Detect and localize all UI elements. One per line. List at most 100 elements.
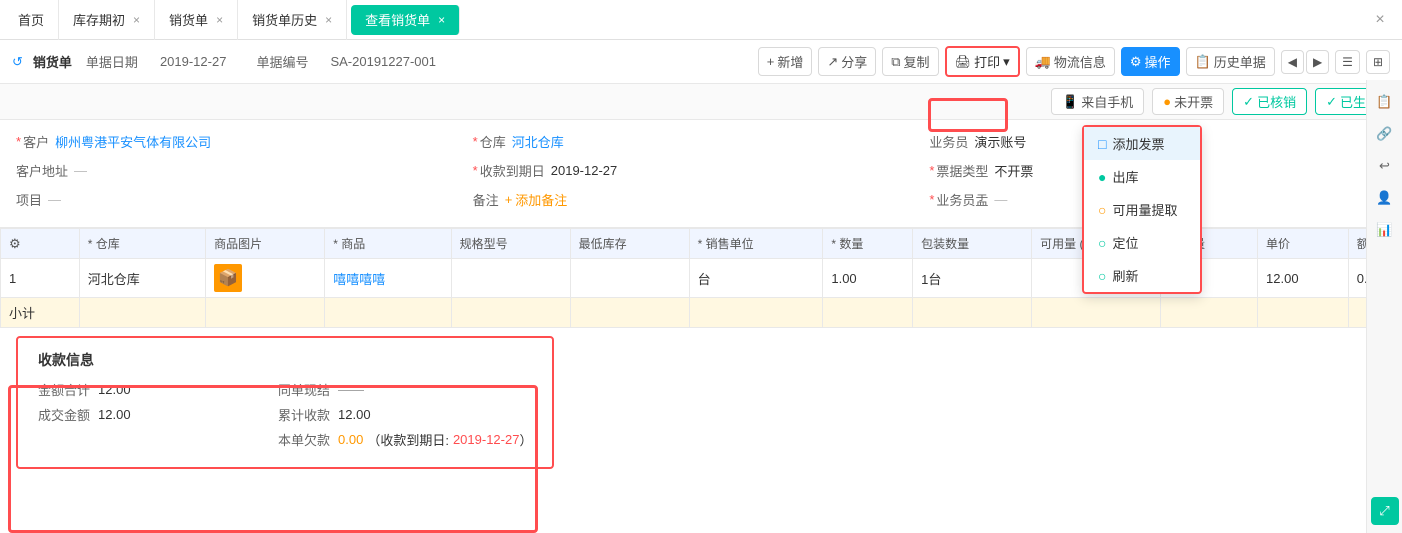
view-list-button[interactable]: ☰ [1335,50,1360,74]
dropdown-item-available[interactable]: ○ 可用量提取 [1084,193,1200,226]
link-sidebar-button[interactable]: 🔗 [1371,120,1399,148]
project-label: 项目 [16,190,42,209]
product-image: 📦 [214,264,242,292]
gear-settings-icon: ⚙ [9,236,21,251]
share-button[interactable]: ↗ 分享 [818,47,876,76]
owed-spacer [38,430,278,449]
outbound-icon: ● [1098,169,1106,185]
subtotal-price [1258,298,1349,328]
tab-close-history[interactable]: × [325,13,332,27]
nav-arrows: ◀ ▶ [1281,50,1329,74]
payment-date-value[interactable]: 2019-12-27 [551,163,618,178]
cumulative-field: 累计收款 12.00 [278,405,518,424]
ticket-type-value[interactable]: 不开票 [994,161,1033,180]
tab-sales[interactable]: 销货单 × [155,0,238,40]
history-icon: 📋 [1195,54,1211,70]
doc-type-label: 销货单 [33,52,72,71]
doc-no-value: SA-20191227-001 [330,54,436,69]
chart-sidebar-button[interactable]: 📊 [1371,216,1399,244]
sub-toolbar: 📱 来自手机 ● 未开票 ✓ 已核销 ✓ 已生效 [0,84,1402,120]
tab-home[interactable]: 首页 [8,0,59,40]
total-value: 12.00 [98,382,131,397]
customer-value[interactable]: 柳州粤港平安气体有限公司 [55,132,211,151]
warehouse-value[interactable]: 河北仓库 [512,132,564,151]
copy-button[interactable]: ⧉ 复制 [882,47,938,76]
refresh-icon: ○ [1098,268,1106,284]
owed-end: ） [519,430,532,449]
owed-date: 2019-12-27 [453,432,520,447]
remark-label: 备注 [473,190,499,209]
payment-row-3: 本单欠款 0.00 （收款到期日: 2019-12-27 ） [38,430,532,449]
check-icon2: ✓ [1326,94,1337,110]
owed-note: （收款到期日: [367,430,449,449]
view-grid-button[interactable]: ⊞ [1366,50,1390,74]
required-star-ticket: * [929,163,934,178]
doc-icon: ↺ [12,54,23,70]
notes-icon: 📋 [1376,94,1392,110]
address-label: 客户地址 [16,161,68,180]
subtotal-pkg [913,298,1032,328]
subtotal-label: 小计 [1,298,80,328]
payment-row-2: 成交金额 12.00 累计收款 12.00 [38,405,532,424]
customer-field: * 客户 柳州粤港平安气体有限公司 [16,132,473,151]
verified-button[interactable]: ✓ 已核销 [1232,88,1307,115]
print-button[interactable]: 🖨 打印 ▾ [945,46,1020,77]
payment-date-label: 收款到期日 [480,161,545,180]
tab-sales-history[interactable]: 销货单历史 × [238,0,347,40]
row-spec [451,259,570,298]
dropdown-item-refresh[interactable]: ○ 刷新 [1084,259,1200,292]
staff2-value: — [994,192,1007,207]
address-value: — [74,163,87,178]
add-note-button[interactable]: + 添加备注 [505,190,568,209]
col-min-stock: 最低库存 [570,229,689,259]
subtotal-unit [689,298,823,328]
operations-button[interactable]: ⚙ 操作 [1121,47,1180,76]
col-gear[interactable]: ⚙ [1,229,80,259]
subtotal-spec [451,298,570,328]
amount-value: 12.00 [98,407,131,422]
tab-close-inventory[interactable]: × [133,13,140,27]
col-warehouse: * 仓库 [79,229,205,259]
warehouse-field: * 仓库 河北仓库 [473,132,930,151]
mobile-icon: 📱 [1062,94,1078,110]
operations-icon: ⚙ [1130,54,1142,70]
history-button[interactable]: 📋 历史单据 [1186,47,1275,76]
return-sidebar-button[interactable]: ↩ [1371,152,1399,180]
from-mobile-button[interactable]: 📱 来自手机 [1051,88,1144,115]
row-qty: 1.00 [823,259,913,298]
print-icon: 🖨 [955,54,972,70]
add-note-icon: + [505,192,513,207]
add-button[interactable]: + 新增 [758,47,813,76]
notes-sidebar-button[interactable]: 📋 [1371,88,1399,116]
tab-close-sales[interactable]: × [216,13,223,27]
prev-button[interactable]: ◀ [1281,50,1304,74]
cumulative-label: 累计收款 [278,405,330,424]
operations-dropdown: □ 添加发票 ● 出库 ○ 可用量提取 ○ 定位 ○ 刷新 [1082,125,1202,294]
col-spec: 规格型号 [451,229,570,259]
payment-title: 收款信息 [38,350,532,370]
tab-bar: 首页 库存期初 × 销货单 × 销货单历史 × 查看销货单 × × [0,0,1402,40]
owed-label: 本单欠款 [278,430,330,449]
cumulative-value: 12.00 [338,407,371,422]
col-image: 商品图片 [206,229,325,259]
tab-close-view[interactable]: × [438,13,445,27]
toolbar: ↺ 销货单 单据日期 2019-12-27 单据编号 SA-20191227-0… [0,40,1402,84]
project-value: — [48,192,61,207]
expand-sidebar-button[interactable]: ⤢ [1371,497,1399,525]
row-no: 1 [1,259,80,298]
window-close-button[interactable]: × [1366,6,1394,34]
dropdown-item-outbound[interactable]: ● 出库 [1084,160,1200,193]
col-qty: * 数量 [823,229,913,259]
dot-icon: ● [1163,94,1171,109]
next-button[interactable]: ▶ [1306,50,1329,74]
tab-inventory[interactable]: 库存期初 × [59,0,155,40]
row-product[interactable]: 嘻嘻嘻嘻 [325,259,451,298]
row-unit: 台 [689,259,823,298]
dropdown-item-locate[interactable]: ○ 定位 [1084,226,1200,259]
tab-view-sales[interactable]: 查看销货单 × [351,5,460,35]
not-invoiced-button[interactable]: ● 未开票 [1152,88,1224,115]
user-sidebar-button[interactable]: 👤 [1371,184,1399,212]
remark-field: 备注 + 添加备注 [473,190,930,209]
logistics-button[interactable]: 🚚 物流信息 [1026,47,1115,76]
dropdown-item-invoice[interactable]: □ 添加发票 [1084,127,1200,160]
